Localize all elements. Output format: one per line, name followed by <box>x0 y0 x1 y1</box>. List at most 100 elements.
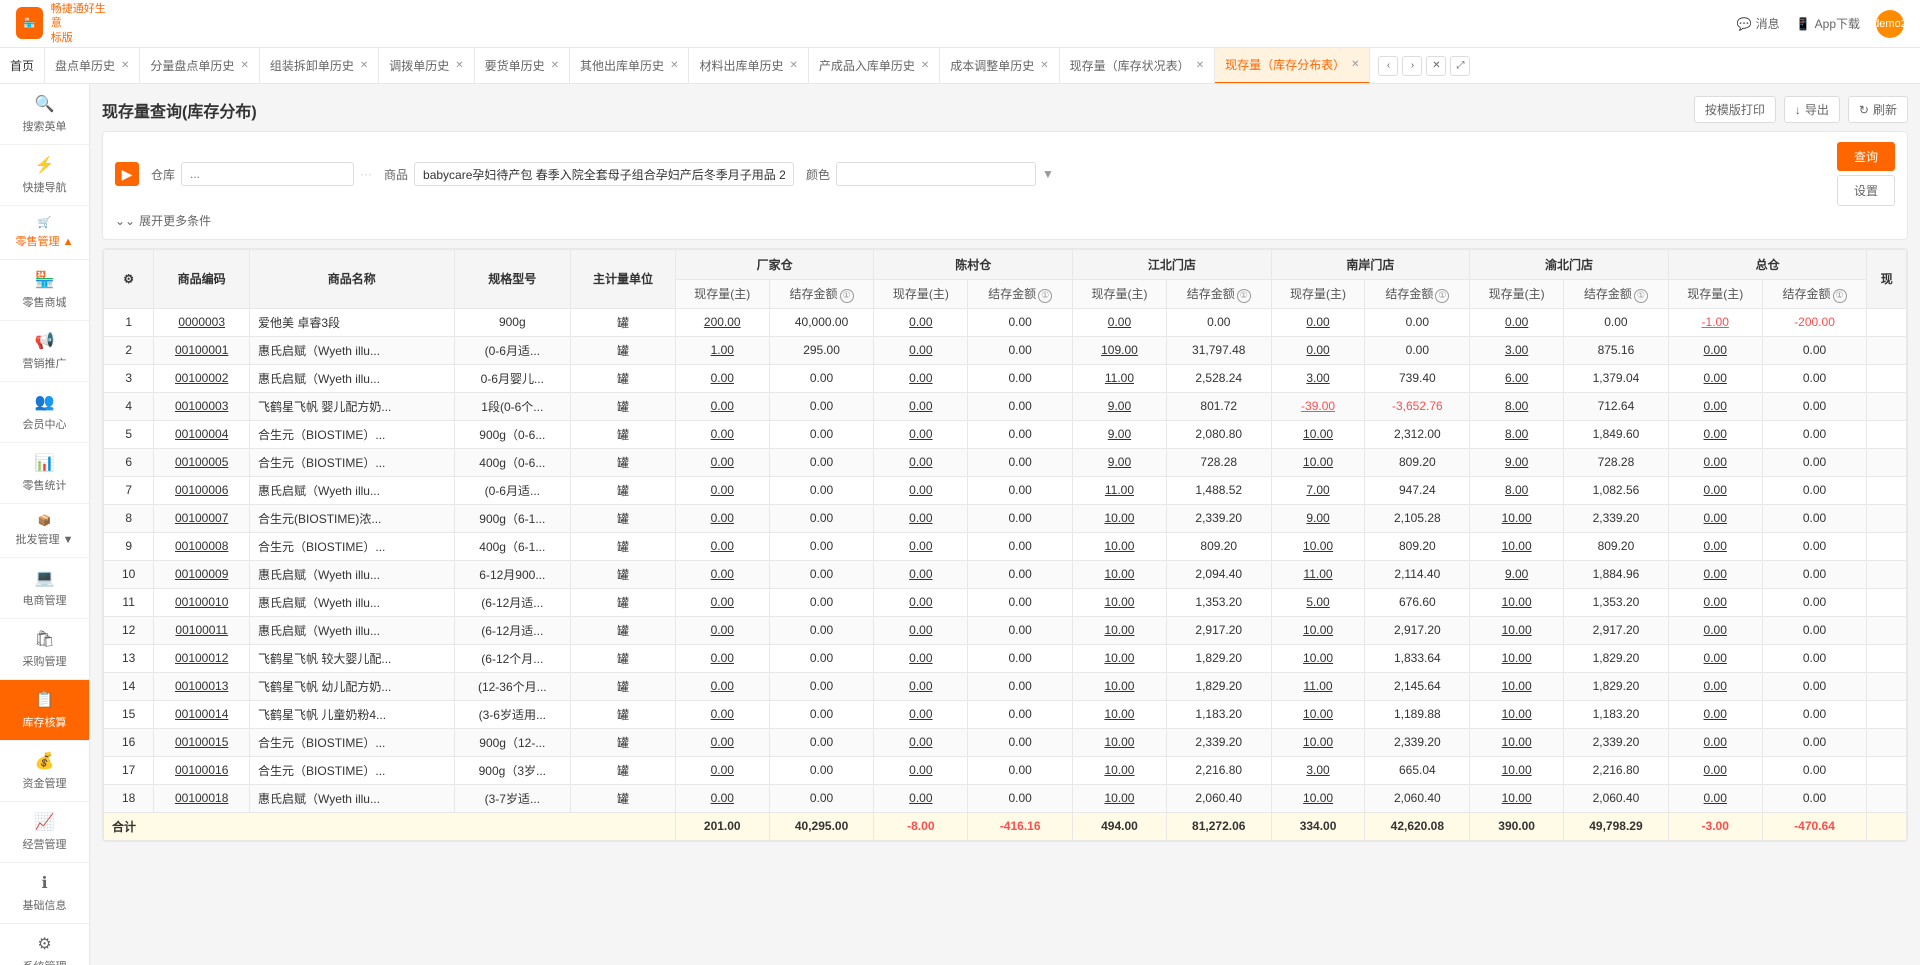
cell-nanan-qty[interactable]: 5.00 <box>1271 588 1365 616</box>
cell-factory-qty[interactable]: 0.00 <box>675 448 769 476</box>
cell-yubei-qty[interactable]: 9.00 <box>1470 560 1564 588</box>
tab-close-qitachu[interactable]: ✕ <box>670 60 678 71</box>
cell-code[interactable]: 00100013 <box>154 672 250 700</box>
cell-chencun-qty[interactable]: 0.00 <box>874 644 968 672</box>
color-input[interactable] <box>836 162 1036 186</box>
cell-nanan-qty[interactable]: 10.00 <box>1271 616 1365 644</box>
cell-code[interactable]: 00100014 <box>154 700 250 728</box>
cell-total-qty[interactable]: 0.00 <box>1668 728 1762 756</box>
cell-total-qty[interactable]: 0.00 <box>1668 644 1762 672</box>
cell-factory-qty[interactable]: 0.00 <box>675 728 769 756</box>
cell-code[interactable]: 00100008 <box>154 532 250 560</box>
cell-code[interactable]: 00100002 <box>154 364 250 392</box>
cell-chencun-qty[interactable]: 0.00 <box>874 756 968 784</box>
cell-yubei-qty[interactable]: 3.00 <box>1470 336 1564 364</box>
cell-total-qty[interactable]: 0.00 <box>1668 616 1762 644</box>
cell-factory-qty[interactable]: 0.00 <box>675 672 769 700</box>
cell-total-qty[interactable]: 0.00 <box>1668 756 1762 784</box>
cell-nanan-qty[interactable]: 10.00 <box>1271 700 1365 728</box>
sidebar-item-retail-stats[interactable]: 📊 零售统计 <box>0 443 89 504</box>
color-dropdown-icon[interactable]: ▼ <box>1042 167 1054 181</box>
nanan-amt-info[interactable]: ① <box>1435 289 1449 303</box>
cell-total-qty[interactable]: 0.00 <box>1668 504 1762 532</box>
cell-chencun-qty[interactable]: 0.00 <box>874 532 968 560</box>
cell-total-qty[interactable]: 0.00 <box>1668 448 1762 476</box>
export-btn[interactable]: ↓ 导出 <box>1784 96 1840 123</box>
cell-jiangbei-qty[interactable]: 10.00 <box>1073 784 1167 812</box>
cell-factory-qty[interactable]: 0.00 <box>675 644 769 672</box>
cell-yubei-qty[interactable]: 10.00 <box>1470 728 1564 756</box>
cell-nanan-qty[interactable]: 0.00 <box>1271 336 1365 364</box>
cell-jiangbei-qty[interactable]: 10.00 <box>1073 644 1167 672</box>
tab-chengben[interactable]: 成本调整单历史 ✕ <box>940 48 1059 84</box>
cell-jiangbei-qty[interactable]: 11.00 <box>1073 476 1167 504</box>
cell-chencun-qty[interactable]: 0.00 <box>874 728 968 756</box>
tab-close-zuzhang[interactable]: ✕ <box>360 60 368 71</box>
cell-code[interactable]: 00100010 <box>154 588 250 616</box>
cell-chencun-qty[interactable]: 0.00 <box>874 784 968 812</box>
cell-factory-qty[interactable]: 0.00 <box>675 560 769 588</box>
sidebar-item-operations[interactable]: 📈 经营管理 <box>0 802 89 863</box>
tab-yaohuo[interactable]: 要货单历史 ✕ <box>475 48 570 84</box>
cell-factory-qty[interactable]: 1.00 <box>675 336 769 364</box>
tab-home[interactable]: 首页 <box>0 48 45 84</box>
cell-code[interactable]: 00100003 <box>154 392 250 420</box>
cell-jiangbei-qty[interactable]: 0.00 <box>1073 308 1167 336</box>
sidebar-item-inventory[interactable]: 📋 库存核算 <box>0 680 89 741</box>
cell-factory-qty[interactable]: 0.00 <box>675 784 769 812</box>
cell-jiangbei-qty[interactable]: 9.00 <box>1073 448 1167 476</box>
cell-nanan-qty[interactable]: 7.00 <box>1271 476 1365 504</box>
sidebar-item-finance[interactable]: 💰 资金管理 <box>0 741 89 802</box>
cell-nanan-qty[interactable]: 10.00 <box>1271 420 1365 448</box>
cell-factory-qty[interactable]: 0.00 <box>675 700 769 728</box>
cell-code[interactable]: 00100001 <box>154 336 250 364</box>
cell-factory-qty[interactable]: 0.00 <box>675 532 769 560</box>
cell-factory-qty[interactable]: 0.00 <box>675 476 769 504</box>
more-conditions-btn[interactable]: ⌄⌄ 展开更多条件 <box>115 212 1895 229</box>
cell-total-qty[interactable]: -1.00 <box>1668 308 1762 336</box>
sidebar-item-basic-info[interactable]: ℹ 基础信息 <box>0 863 89 924</box>
cell-yubei-qty[interactable]: 10.00 <box>1470 644 1564 672</box>
cell-code[interactable]: 00100015 <box>154 728 250 756</box>
tab-close-diaopao[interactable]: ✕ <box>455 60 463 71</box>
cell-yubei-qty[interactable]: 10.00 <box>1470 672 1564 700</box>
chencun-amt-info[interactable]: ① <box>1038 289 1052 303</box>
warehouse-input[interactable] <box>181 162 354 186</box>
app-download-btn[interactable]: 📱 App下载 <box>1796 15 1860 32</box>
cell-chencun-qty[interactable]: 0.00 <box>874 700 968 728</box>
cell-factory-qty[interactable]: 0.00 <box>675 616 769 644</box>
cell-yubei-qty[interactable]: 8.00 <box>1470 392 1564 420</box>
cell-nanan-qty[interactable]: 3.00 <box>1271 756 1365 784</box>
cell-code[interactable]: 00100006 <box>154 476 250 504</box>
tab-expand-btn[interactable]: ⤢ <box>1450 56 1470 76</box>
tab-kucun-dist[interactable]: 现存量（库存分布表） ✕ <box>1215 48 1370 84</box>
cell-code[interactable]: 00100018 <box>154 784 250 812</box>
cell-yubei-qty[interactable]: 0.00 <box>1470 308 1564 336</box>
cell-factory-qty[interactable]: 0.00 <box>675 364 769 392</box>
sidebar-item-quicknav[interactable]: ⚡ 快捷导航 <box>0 145 89 206</box>
cell-total-qty[interactable]: 0.00 <box>1668 560 1762 588</box>
cell-yubei-qty[interactable]: 10.00 <box>1470 504 1564 532</box>
tab-diaopao[interactable]: 调拨单历史 ✕ <box>379 48 474 84</box>
sidebar-item-wholesale[interactable]: 📦 批发管理 ▼ <box>0 504 89 558</box>
cell-jiangbei-qty[interactable]: 10.00 <box>1073 532 1167 560</box>
product-input[interactable] <box>414 162 794 186</box>
cell-chencun-qty[interactable]: 0.00 <box>874 476 968 504</box>
cell-nanan-qty[interactable]: 9.00 <box>1271 504 1365 532</box>
tab-fenpandian[interactable]: 分量盘点单历史 ✕ <box>140 48 259 84</box>
cell-factory-qty[interactable]: 0.00 <box>675 756 769 784</box>
tab-prev-btn[interactable]: ‹ <box>1378 56 1398 76</box>
cell-jiangbei-qty[interactable]: 9.00 <box>1073 392 1167 420</box>
tab-close-fenpandian[interactable]: ✕ <box>240 60 248 71</box>
cell-jiangbei-qty[interactable]: 10.00 <box>1073 504 1167 532</box>
cell-yubei-qty[interactable]: 10.00 <box>1470 700 1564 728</box>
cell-total-qty[interactable]: 0.00 <box>1668 532 1762 560</box>
cell-nanan-qty[interactable]: 0.00 <box>1271 308 1365 336</box>
cell-jiangbei-qty[interactable]: 10.00 <box>1073 588 1167 616</box>
yubei-amt-info[interactable]: ① <box>1634 289 1648 303</box>
cell-code[interactable]: 00100012 <box>154 644 250 672</box>
cell-chencun-qty[interactable]: 0.00 <box>874 672 968 700</box>
cell-nanan-qty[interactable]: 10.00 <box>1271 448 1365 476</box>
cell-chencun-qty[interactable]: 0.00 <box>874 336 968 364</box>
print-btn[interactable]: 按模版打印 <box>1694 96 1776 123</box>
